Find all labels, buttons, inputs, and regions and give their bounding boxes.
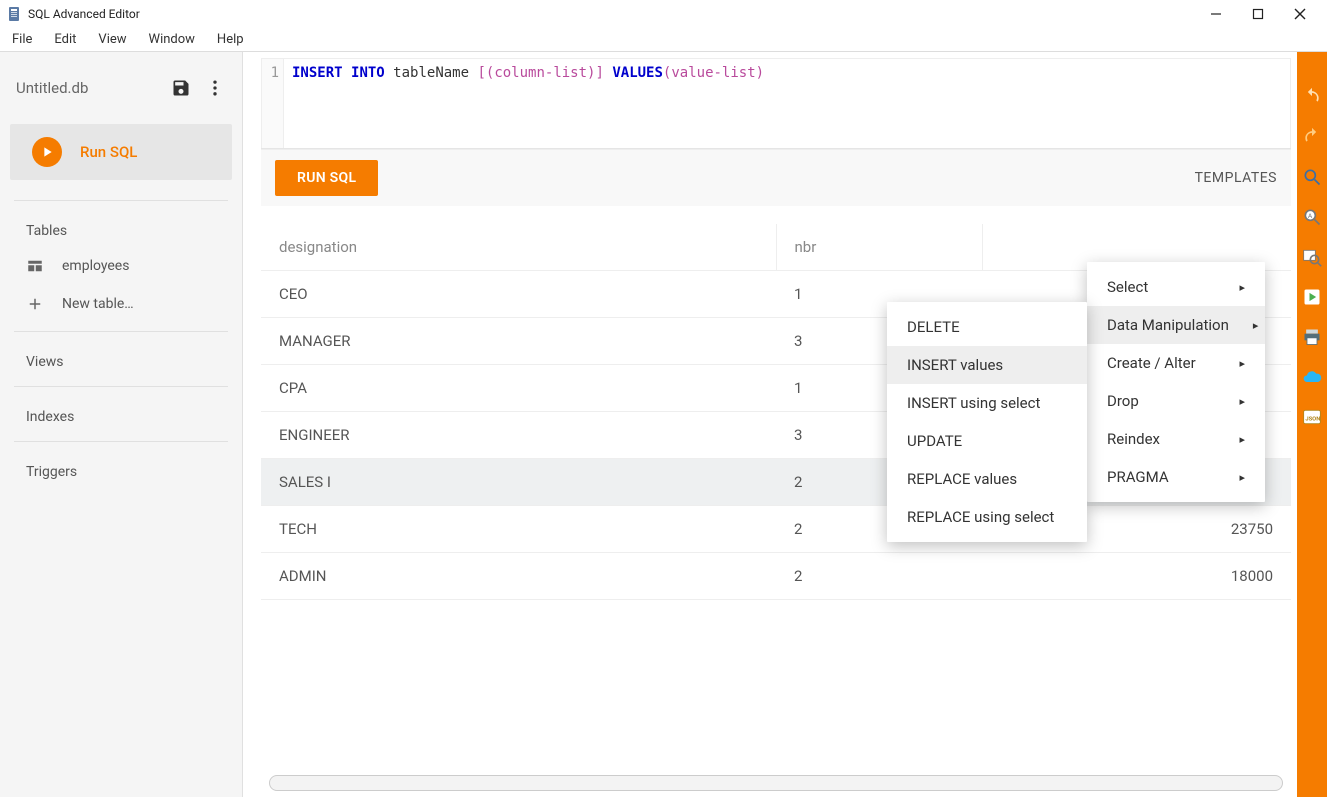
column-header-designation[interactable]: designation [261,224,776,271]
zoom-icon[interactable]: A [1301,206,1323,228]
templates-dropdown[interactable]: TEMPLATES [1195,170,1277,186]
table-row[interactable]: ADMIN218000 [261,553,1291,600]
json-icon[interactable]: JSON [1301,406,1323,428]
app-icon [6,6,22,22]
window-title: SQL Advanced Editor [28,7,140,21]
sql-editor[interactable]: 1 INSERT INTO tableName [(column-list)] … [261,58,1291,148]
templates-submenu-item[interactable]: DELETE [887,308,1087,346]
search-icon[interactable] [1301,166,1323,188]
templates-menu-item[interactable]: PRAGMA [1087,458,1265,496]
templates-menu: SelectData ManipulationCreate / AlterDro… [1087,262,1265,502]
table-icon [26,257,44,275]
more-vert-icon[interactable] [204,77,226,99]
inspect-icon[interactable] [1301,246,1323,268]
cell-designation: CPA [261,365,776,412]
sidebar-run-label: Run SQL [80,143,137,161]
play-circle-icon [32,137,62,167]
templates-submenu-item[interactable]: INSERT values [887,346,1087,384]
templates-submenu-item[interactable]: REPLACE using select [887,498,1087,536]
templates-submenu-item[interactable]: UPDATE [887,422,1087,460]
main-area: 1 INSERT INTO tableName [(column-list)] … [243,52,1297,797]
play-icon[interactable] [1301,286,1323,308]
sidebar: Untitled.db Run SQL Tables employees New… [0,52,243,797]
undo-icon[interactable] [1301,86,1323,108]
menu-edit[interactable]: Edit [44,30,86,49]
templates-menu-item[interactable]: Drop [1087,382,1265,420]
templates-menu-item[interactable]: Data Manipulation [1087,306,1265,344]
window-minimize-button[interactable] [1195,0,1237,28]
cell-designation: ENGINEER [261,412,776,459]
menu-file[interactable]: File [2,30,42,49]
run-sql-button[interactable]: RUN SQL [275,160,378,196]
sidebar-new-table-label: New table… [62,296,134,312]
menu-help[interactable]: Help [207,30,254,49]
menu-window[interactable]: Window [139,30,205,49]
cell-c3: 18000 [982,553,1291,600]
sidebar-run-sql[interactable]: Run SQL [10,124,232,180]
sidebar-section-indexes[interactable]: Indexes [0,395,242,433]
cloud-icon[interactable] [1301,366,1323,388]
table-row[interactable]: TECH223750 [261,506,1291,553]
right-toolbar: A JSON [1297,52,1327,797]
templates-menu-item[interactable]: Create / Alter [1087,344,1265,382]
templates-submenu: DELETEINSERT valuesINSERT using selectUP… [887,302,1087,542]
menu-view[interactable]: View [88,30,136,49]
line-number: 1 [271,65,279,81]
column-header-nbr[interactable]: nbr [776,224,982,271]
sidebar-section-tables: Tables [0,209,242,247]
cell-designation: TECH [261,506,776,553]
horizontal-scrollbar[interactable] [269,775,1283,791]
templates-submenu-item[interactable]: REPLACE values [887,460,1087,498]
cell-designation: SALES I [261,459,776,506]
plus-icon [26,295,44,313]
window-titlebar: SQL Advanced Editor [0,0,1327,28]
templates-submenu-item[interactable]: INSERT using select [887,384,1087,422]
cell-designation: CEO [261,271,776,318]
menubar: File Edit View Window Help [0,28,1327,52]
cell-designation: ADMIN [261,553,776,600]
sidebar-section-triggers[interactable]: Triggers [0,450,242,488]
window-close-button[interactable] [1279,0,1321,28]
svg-text:JSON: JSON [1305,416,1320,422]
save-icon[interactable] [170,77,192,99]
templates-menu-item[interactable]: Select [1087,268,1265,306]
svg-text:A: A [1308,212,1313,220]
cell-designation: MANAGER [261,318,776,365]
sidebar-section-views[interactable]: Views [0,340,242,378]
sidebar-table-employees[interactable]: employees [0,247,242,285]
window-maximize-button[interactable] [1237,0,1279,28]
database-name: Untitled.db [16,79,158,97]
templates-menu-item[interactable]: Reindex [1087,420,1265,458]
cell-nbr: 2 [776,553,982,600]
sidebar-table-label: employees [62,258,129,274]
print-icon[interactable] [1301,326,1323,348]
sql-code: INSERT INTO tableName [(column-list)] VA… [284,59,772,148]
redo-icon[interactable] [1301,126,1323,148]
sidebar-new-table[interactable]: New table… [0,285,242,323]
